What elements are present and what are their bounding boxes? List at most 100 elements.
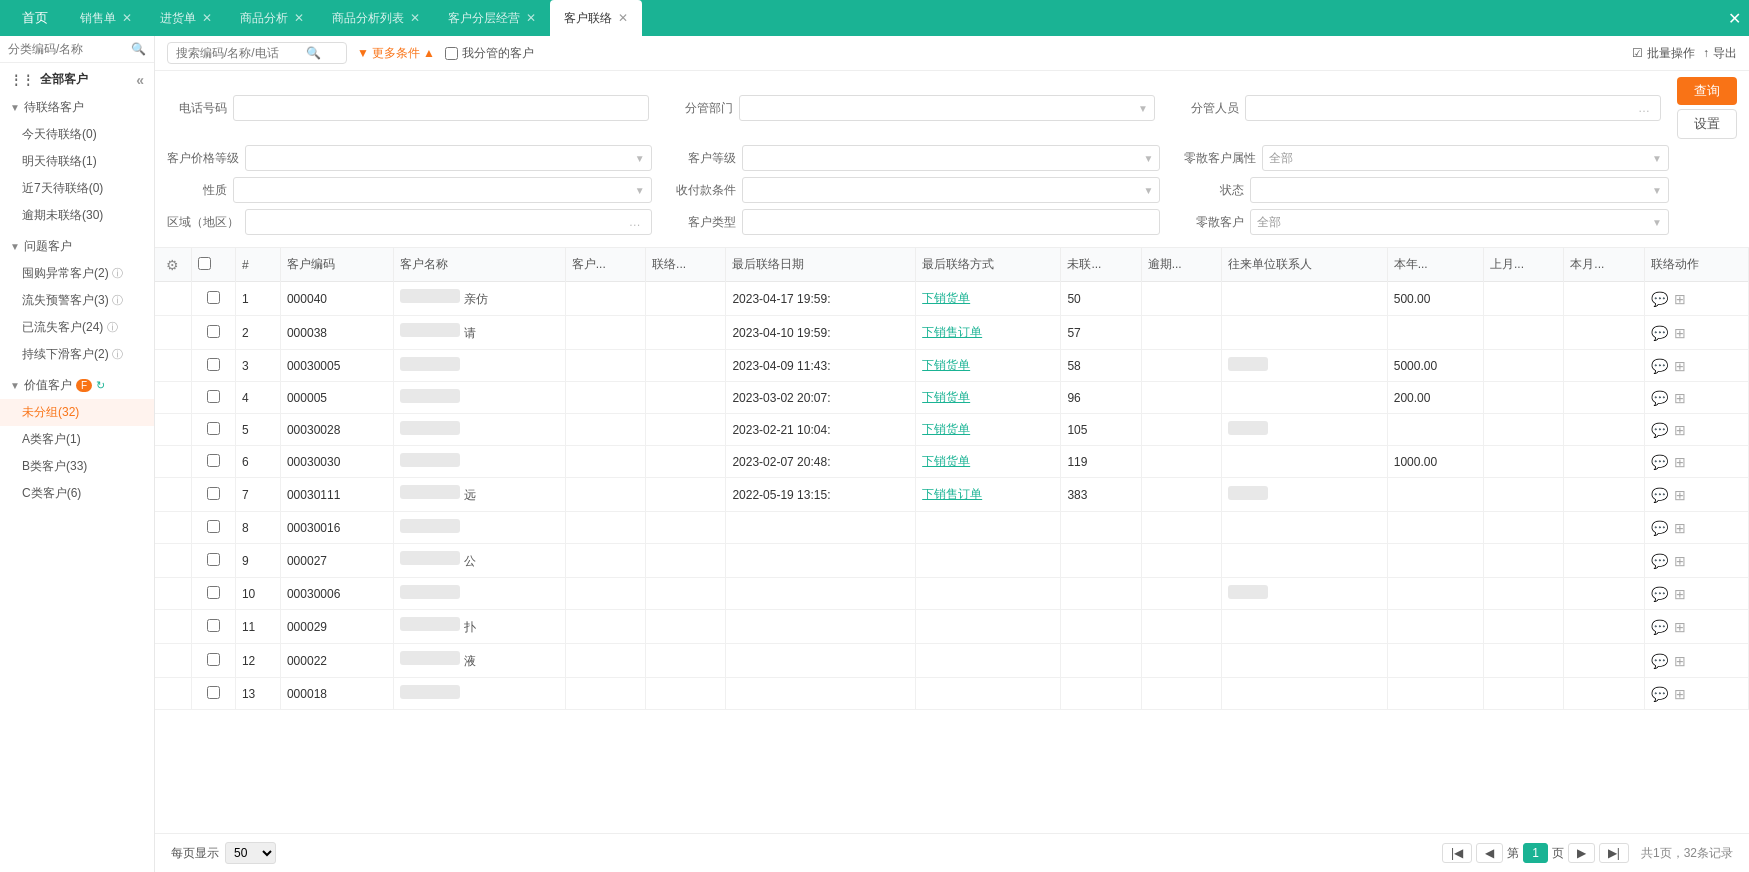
td-checkbox[interactable] (191, 382, 235, 414)
sidebar-item-overdue-pending[interactable]: 逾期未联络(30) (0, 202, 154, 229)
sidebar-item-7day-pending[interactable]: 近7天待联络(0) (0, 175, 154, 202)
page-size-select[interactable]: 50 20 100 (225, 842, 276, 864)
tab-close-product-analysis[interactable]: ✕ (294, 11, 304, 25)
manager-input[interactable]: … (1245, 95, 1661, 121)
tab-product-analysis-list[interactable]: 商品分析列表 ✕ (318, 0, 434, 36)
filter-search-input[interactable] (176, 46, 306, 60)
th-last-contact-date[interactable]: 最后联络日期 (726, 248, 916, 282)
td-checkbox[interactable] (191, 446, 235, 478)
td-last-contact-method[interactable] (916, 678, 1061, 710)
nature-input[interactable]: ▼ (233, 177, 652, 203)
td-settings[interactable] (155, 282, 191, 316)
td-last-contact-method[interactable]: 下销售订单 (916, 478, 1061, 512)
row-checkbox[interactable] (207, 686, 220, 699)
td-checkbox[interactable] (191, 316, 235, 350)
td-checkbox[interactable] (191, 544, 235, 578)
region-input[interactable]: … (245, 209, 652, 235)
grid-action-icon[interactable]: ⊞ (1674, 291, 1686, 307)
td-settings[interactable] (155, 544, 191, 578)
tab-purchase-order[interactable]: 进货单 ✕ (146, 0, 226, 36)
th-this-month[interactable]: 本月... (1564, 248, 1644, 282)
row-checkbox[interactable] (207, 520, 220, 533)
last-page-btn[interactable]: ▶| (1599, 843, 1629, 863)
td-last-contact-method[interactable] (916, 544, 1061, 578)
sidebar-item-tomorrow-pending[interactable]: 明天待联络(1) (0, 148, 154, 175)
td-settings[interactable] (155, 350, 191, 382)
contact-method-link[interactable]: 下销货单 (922, 358, 970, 372)
grid-action-icon[interactable]: ⊞ (1674, 325, 1686, 341)
sidebar-item-today-pending[interactable]: 今天待联络(0) (0, 121, 154, 148)
td-checkbox[interactable] (191, 578, 235, 610)
row-checkbox[interactable] (207, 454, 220, 467)
close-window-icon[interactable]: ✕ (1728, 9, 1741, 28)
filter-search-icon[interactable]: 🔍 (306, 46, 321, 60)
tab-home[interactable]: 首页 (8, 0, 62, 36)
row-checkbox[interactable] (207, 325, 220, 338)
contact-method-link[interactable]: 下销售订单 (922, 325, 982, 339)
customer-type-input[interactable] (742, 209, 1161, 235)
td-settings[interactable] (155, 678, 191, 710)
first-page-btn[interactable]: |◀ (1442, 843, 1472, 863)
th-code[interactable]: 客户编码 (280, 248, 393, 282)
td-last-contact-method[interactable] (916, 610, 1061, 644)
tab-close-customer-segment[interactable]: ✕ (526, 11, 536, 25)
tab-close-product-list[interactable]: ✕ (410, 11, 420, 25)
status-input[interactable]: ▼ (1250, 177, 1669, 203)
th-last-month[interactable]: 上月... (1484, 248, 1564, 282)
grid-action-icon[interactable]: ⊞ (1674, 586, 1686, 602)
th-company-contact[interactable]: 往来单位联系人 (1222, 248, 1388, 282)
sidebar-collapse-btn[interactable]: « (136, 72, 144, 88)
tab-close-customer-contact[interactable]: ✕ (618, 11, 628, 25)
th-type[interactable]: 客户... (565, 248, 645, 282)
grid-action-icon[interactable]: ⊞ (1674, 619, 1686, 635)
chat-icon[interactable]: 💬 (1651, 520, 1668, 536)
grid-action-icon[interactable]: ⊞ (1674, 454, 1686, 470)
row-checkbox[interactable] (207, 358, 220, 371)
reset-button[interactable]: 设置 (1677, 109, 1737, 139)
td-last-contact-method[interactable]: 下销售订单 (916, 316, 1061, 350)
td-checkbox[interactable] (191, 678, 235, 710)
sidebar-search-box[interactable]: 🔍 (0, 36, 154, 63)
sidebar-item-class-a[interactable]: A类客户(1) (0, 426, 154, 453)
all-customers-header[interactable]: ⋮⋮ 全部客户 « (0, 63, 154, 92)
more-conditions-btn[interactable]: ▼ 更多条件 ▲ (357, 45, 435, 62)
row-checkbox[interactable] (207, 553, 220, 566)
grid-action-icon[interactable]: ⊞ (1674, 422, 1686, 438)
td-checkbox[interactable] (191, 644, 235, 678)
grid-action-icon[interactable]: ⊞ (1674, 487, 1686, 503)
select-all-checkbox[interactable] (198, 257, 211, 270)
td-checkbox[interactable] (191, 414, 235, 446)
chat-icon[interactable]: 💬 (1651, 586, 1668, 602)
sidebar-item-class-b[interactable]: B类客户(33) (0, 453, 154, 480)
td-checkbox[interactable] (191, 610, 235, 644)
chat-icon[interactable]: 💬 (1651, 653, 1668, 669)
td-checkbox[interactable] (191, 282, 235, 316)
td-checkbox[interactable] (191, 478, 235, 512)
contact-method-link[interactable]: 下销货单 (922, 291, 970, 305)
sidebar-item-churned[interactable]: 已流失客户(24) ⓘ (0, 314, 154, 341)
td-checkbox[interactable] (191, 350, 235, 382)
tab-customer-contact[interactable]: 客户联络 ✕ (550, 0, 642, 36)
row-checkbox[interactable] (207, 291, 220, 304)
contact-method-link[interactable]: 下销售订单 (922, 487, 982, 501)
th-name[interactable]: 客户名称 (394, 248, 565, 282)
sidebar-item-declining[interactable]: 持续下滑客户(2) ⓘ (0, 341, 154, 368)
contact-method-link[interactable]: 下销货单 (922, 390, 970, 404)
grid-action-icon[interactable]: ⊞ (1674, 686, 1686, 702)
batch-operation-btn[interactable]: ☑ 批量操作 (1632, 45, 1695, 62)
retail-attr-input[interactable]: 全部 ▼ (1262, 145, 1669, 171)
chat-icon[interactable]: 💬 (1651, 422, 1668, 438)
chat-icon[interactable]: 💬 (1651, 291, 1668, 307)
sidebar-item-class-c[interactable]: C类客户(6) (0, 480, 154, 507)
row-checkbox[interactable] (207, 586, 220, 599)
my-customers-checkbox[interactable]: 我分管的客户 (445, 45, 534, 62)
contact-method-link[interactable]: 下销货单 (922, 422, 970, 436)
grid-action-icon[interactable]: ⊞ (1674, 520, 1686, 536)
sidebar-item-ungrouped[interactable]: 未分组(32) (0, 399, 154, 426)
td-last-contact-method[interactable]: 下销货单 (916, 350, 1061, 382)
grid-action-icon[interactable]: ⊞ (1674, 653, 1686, 669)
th-checkbox[interactable] (191, 248, 235, 282)
chat-icon[interactable]: 💬 (1651, 619, 1668, 635)
sidebar-search-input[interactable] (8, 42, 127, 56)
price-level-input[interactable]: ▼ (245, 145, 652, 171)
